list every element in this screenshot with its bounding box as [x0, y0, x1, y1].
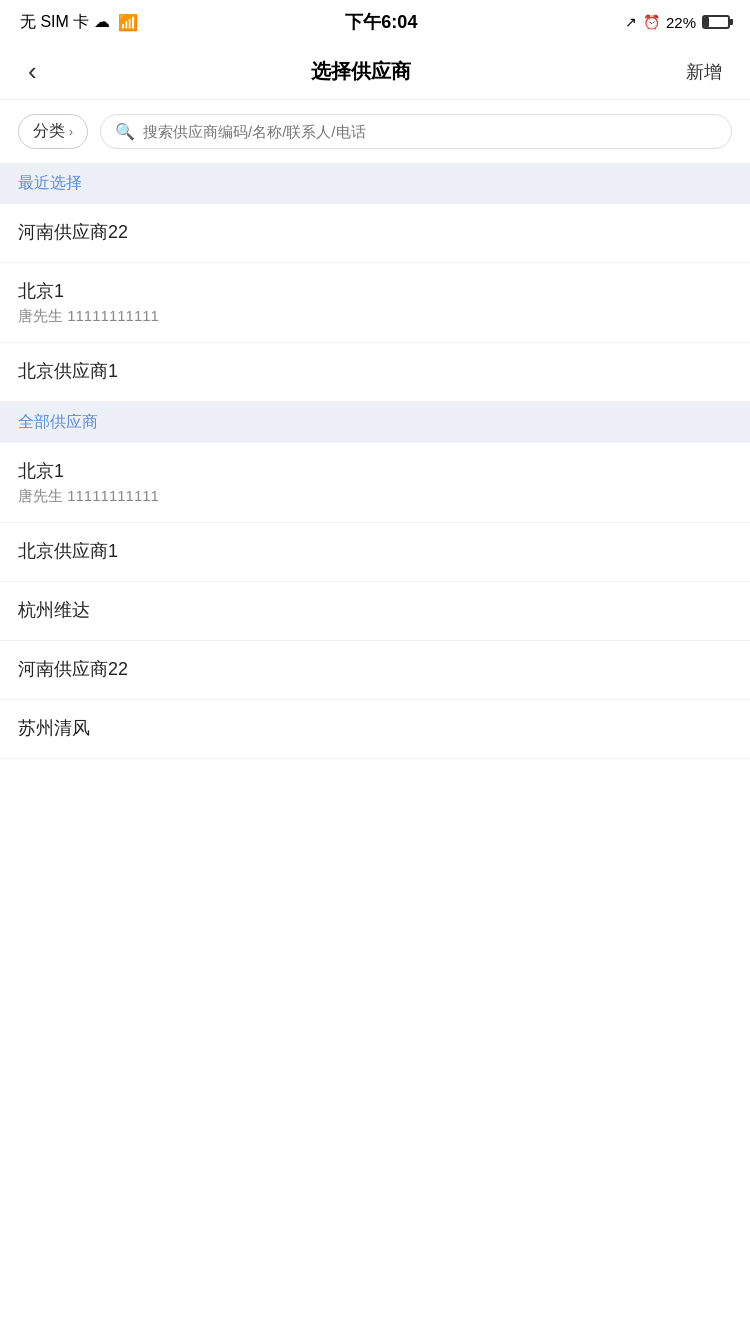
alarm-icon: ⏰ — [643, 14, 660, 30]
time-display: 下午6:04 — [345, 10, 417, 34]
supplier-name: 河南供应商22 — [18, 657, 732, 681]
back-button[interactable]: ‹ — [20, 48, 45, 95]
list-item[interactable]: 北京供应商1 — [0, 523, 750, 582]
status-left: 无 SIM 卡 ☁ 📶 — [20, 12, 138, 33]
nav-bar: ‹ 选择供应商 新增 — [0, 44, 750, 100]
supplier-name: 苏州清风 — [18, 716, 732, 740]
status-bar: 无 SIM 卡 ☁ 📶 下午6:04 ↗ ⏰ 22% — [0, 0, 750, 44]
supplier-name: 河南供应商22 — [18, 220, 732, 244]
list-item[interactable]: 杭州维达 — [0, 582, 750, 641]
battery-icon — [702, 15, 730, 29]
list-item[interactable]: 北京1 唐先生 11111111111 — [0, 443, 750, 523]
wifi-icon: 📶 — [118, 13, 138, 32]
list-item[interactable]: 河南供应商22 — [0, 641, 750, 700]
location-icon: ↗ — [625, 14, 637, 30]
list-item[interactable]: 北京供应商1 — [0, 343, 750, 402]
list-item[interactable]: 河南供应商22 — [0, 204, 750, 263]
all-items-list: 北京1 唐先生 11111111111 北京供应商1 杭州维达河南供应商22 苏州清风 — [0, 443, 750, 759]
supplier-name: 杭州维达 — [18, 598, 732, 622]
search-input[interactable] — [143, 123, 717, 140]
list-item[interactable]: 苏州清风 — [0, 700, 750, 759]
search-box: 🔍 — [100, 114, 732, 149]
status-right: ↗ ⏰ 22% — [625, 14, 730, 31]
sim-label: 无 SIM 卡 ☁ — [20, 12, 110, 33]
add-new-button[interactable]: 新增 — [678, 52, 730, 92]
supplier-contact: 唐先生 11111111111 — [18, 307, 732, 326]
supplier-contact: 唐先生 11111111111 — [18, 487, 732, 506]
supplier-name: 北京供应商1 — [18, 359, 732, 383]
all-section-header: 全部供应商 — [0, 402, 750, 443]
chevron-right-icon: › — [69, 125, 73, 139]
supplier-name: 北京1 — [18, 459, 732, 483]
recent-section-header: 最近选择 — [0, 163, 750, 204]
category-label: 分类 — [33, 121, 65, 142]
filter-bar: 分类 › 🔍 — [0, 100, 750, 163]
all-section-label: 全部供应商 — [18, 413, 98, 430]
page-title: 选择供应商 — [311, 58, 411, 85]
recent-items-list: 河南供应商22 北京1 唐先生 11111111111 北京供应商1 — [0, 204, 750, 402]
supplier-name: 北京1 — [18, 279, 732, 303]
supplier-name: 北京供应商1 — [18, 539, 732, 563]
list-item[interactable]: 北京1 唐先生 11111111111 — [0, 263, 750, 343]
recent-section-label: 最近选择 — [18, 174, 82, 191]
battery-percent: 22% — [666, 14, 696, 31]
category-button[interactable]: 分类 › — [18, 114, 88, 149]
search-icon: 🔍 — [115, 122, 135, 141]
